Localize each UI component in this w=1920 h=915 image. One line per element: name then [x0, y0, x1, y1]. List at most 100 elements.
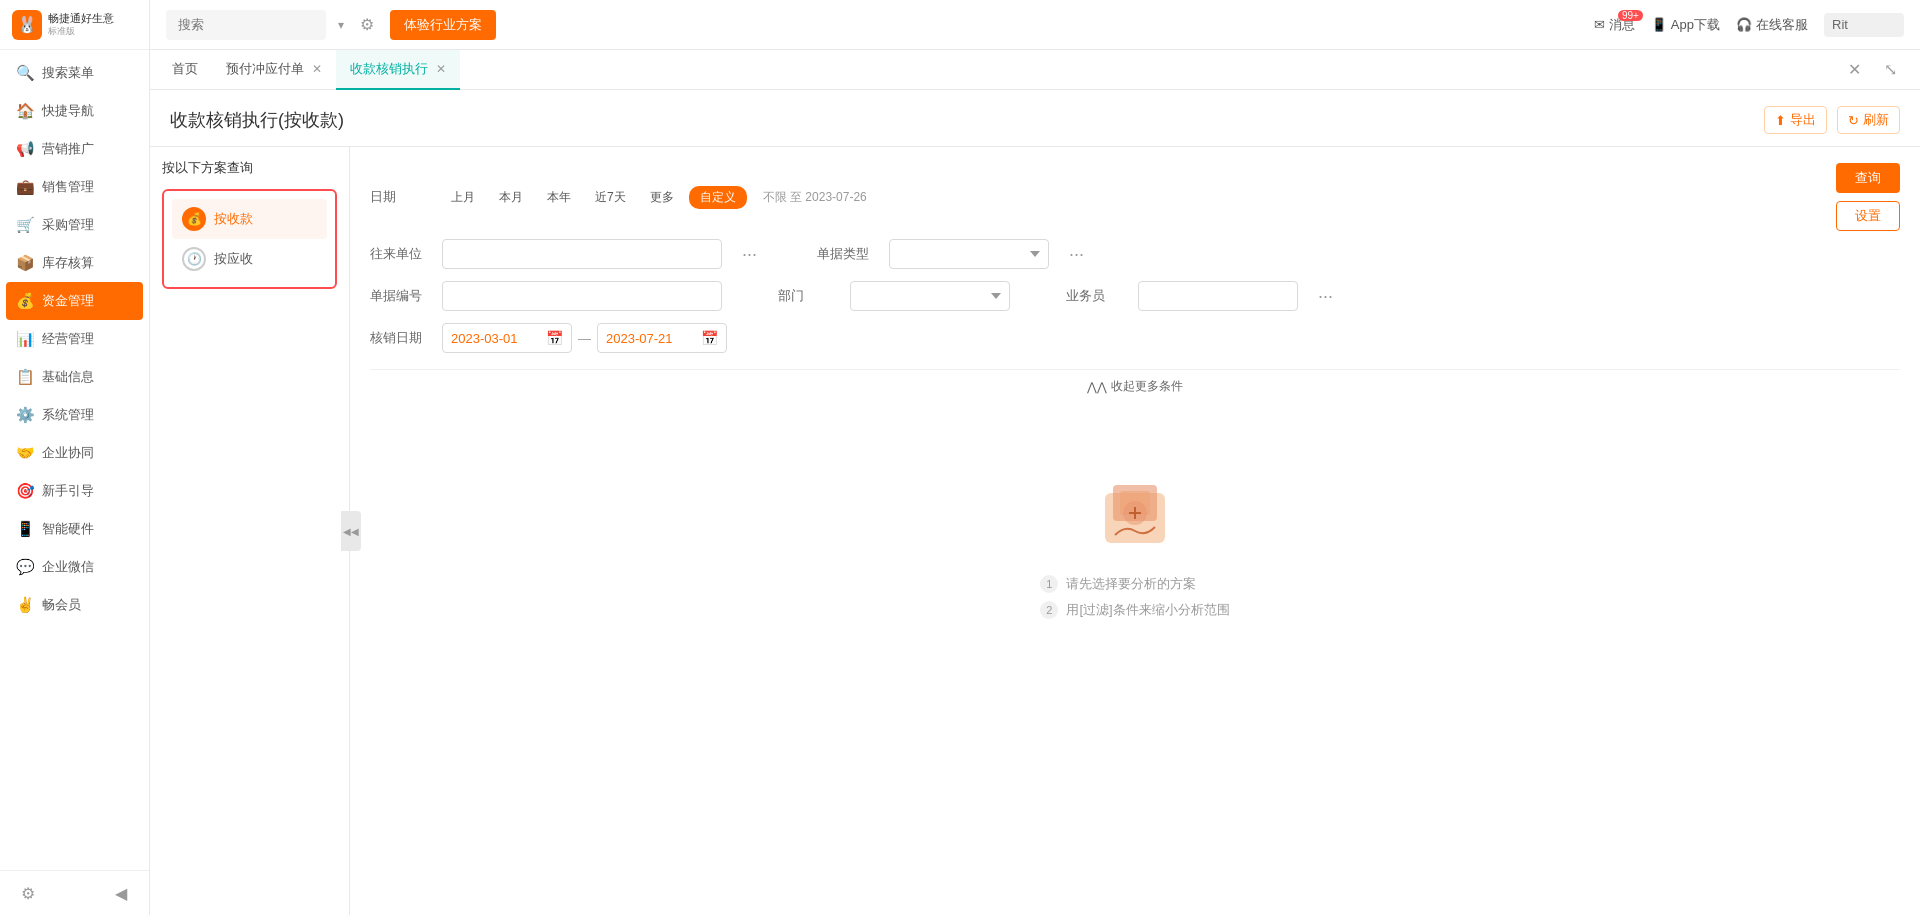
collapse-up-icon: ⋀⋀	[1087, 380, 1107, 394]
quick-nav-icon: 🏠	[16, 102, 34, 120]
tip-num-2: 2	[1040, 601, 1058, 619]
verify-date-start-calendar-icon[interactable]: 📅	[546, 330, 563, 346]
collapse-more-conditions[interactable]: ⋀⋀ 收起更多条件	[370, 369, 1900, 403]
sidebar-item-system[interactable]: ⚙️ 系统管理	[0, 396, 149, 434]
settings-bottom-icon[interactable]: ⚙	[16, 881, 40, 905]
verify-date-end-calendar-icon[interactable]: 📅	[701, 330, 718, 346]
tab-prepay-close[interactable]: ✕	[312, 62, 322, 76]
tab-prepay[interactable]: 预付冲应付单 ✕	[212, 50, 336, 90]
tip-text-2: 用[过滤]条件来缩小分析范围	[1066, 601, 1229, 619]
sidebar-item-label: 销售管理	[42, 178, 94, 196]
doc-type-label: 单据类型	[817, 245, 873, 263]
tab-close-all-button[interactable]: ✕	[1840, 56, 1868, 84]
staff-label: 业务员	[1066, 287, 1122, 305]
tip-text-1: 请先选择要分析的方案	[1066, 575, 1196, 593]
date-separator: —	[578, 331, 591, 346]
topbar-gear-icon[interactable]: ⚙	[360, 15, 374, 34]
empty-tip-1: 1 请先选择要分析的方案	[1040, 575, 1229, 593]
staff-more-icon[interactable]: ···	[1314, 286, 1337, 307]
page-title-row: 收款核销执行(按收款) ⬆ 导出 ↻ 刷新	[170, 106, 1900, 134]
industry-solution-button[interactable]: 体验行业方案	[390, 10, 496, 40]
message-button[interactable]: ✉ 消息 99+	[1594, 16, 1635, 34]
service-icon: 🎧	[1736, 17, 1752, 32]
filter-by-receivable[interactable]: 🕐 按应收	[172, 239, 327, 279]
receipt-icon: 💰	[182, 207, 206, 231]
logo-text: 畅捷通好生意	[48, 11, 114, 25]
online-service-button[interactable]: 🎧 在线客服	[1736, 16, 1808, 34]
query-button[interactable]: 查询	[1836, 163, 1900, 193]
sidebar-item-inventory[interactable]: 📦 库存核算	[0, 244, 149, 282]
tab-collection-close[interactable]: ✕	[436, 62, 446, 76]
sidebar-item-hardware[interactable]: 📱 智能硬件	[0, 510, 149, 548]
last-7-days-button[interactable]: 近7天	[586, 186, 635, 209]
search-menu-icon: 🔍	[16, 64, 34, 82]
tab-collection[interactable]: 收款核销执行 ✕	[336, 50, 460, 90]
tab-collection-label: 收款核销执行	[350, 60, 428, 78]
logo: 🐰 畅捷通好生意 标准版	[0, 0, 149, 50]
sidebar-item-search-menu[interactable]: 🔍 搜索菜单	[0, 54, 149, 92]
sidebar-item-enterprise[interactable]: 🤝 企业协同	[0, 434, 149, 472]
doc-type-more-icon[interactable]: ···	[1065, 244, 1088, 265]
sidebar-item-sales[interactable]: 💼 销售管理	[0, 168, 149, 206]
collapse-sidebar-icon[interactable]: ◀	[109, 881, 133, 905]
app-icon: 📱	[1651, 17, 1667, 32]
finance-icon: 💰	[16, 292, 34, 310]
sidebar-item-purchase[interactable]: 🛒 采购管理	[0, 206, 149, 244]
staff-input[interactable]	[1138, 281, 1298, 311]
custom-date-button[interactable]: 自定义	[689, 186, 747, 209]
main-area: ▾ ⚙ 体验行业方案 ✉ 消息 99+ 📱 App下载 🎧 在线客服 Rit	[150, 0, 1920, 915]
this-month-button[interactable]: 本月	[490, 186, 532, 209]
collapse-more-label: 收起更多条件	[1111, 378, 1183, 395]
topbar-caret-icon[interactable]: ▾	[338, 18, 344, 32]
topbar-search-input[interactable]	[166, 10, 326, 40]
export-button[interactable]: ⬆ 导出	[1764, 106, 1827, 134]
more-dates-button[interactable]: 更多	[641, 186, 683, 209]
topbar-right: ✉ 消息 99+ 📱 App下载 🎧 在线客服 Rit	[1594, 13, 1904, 37]
sidebar-item-label: 库存核算	[42, 254, 94, 272]
doc-no-input[interactable]	[442, 281, 722, 311]
counterparty-more-icon[interactable]: ···	[738, 244, 761, 265]
verify-date-end-text: 2023-07-21	[606, 331, 673, 346]
sidebar-item-label: 系统管理	[42, 406, 94, 424]
user-avatar[interactable]: Rit	[1824, 13, 1904, 37]
doc-type-select[interactable]	[889, 239, 1049, 269]
content-body: 按以下方案查询 💰 按收款 🕐 按应收 ◀◀	[150, 147, 1920, 915]
filter-row-3: 核销日期 2023-03-01 📅 — 2023-07-21 📅	[370, 323, 1900, 353]
sidebar-item-label: 快捷导航	[42, 102, 94, 120]
logo-icon: 🐰	[12, 10, 42, 40]
sidebar-item-marketing[interactable]: 📢 营销推广	[0, 130, 149, 168]
refresh-button[interactable]: ↻ 刷新	[1837, 106, 1900, 134]
left-filter-panel: 按以下方案查询 💰 按收款 🕐 按应收 ◀◀	[150, 147, 350, 915]
tab-expand-button[interactable]: ⤡	[1876, 56, 1904, 84]
date-label: 日期	[370, 188, 426, 206]
sidebar-item-quick-nav[interactable]: 🏠 快捷导航	[0, 92, 149, 130]
sidebar-item-label: 采购管理	[42, 216, 94, 234]
filter-receipt-label: 按收款	[214, 210, 253, 228]
export-label: 导出	[1790, 111, 1816, 129]
sidebar-item-finance[interactable]: 💰 资金管理	[6, 282, 143, 320]
sidebar-item-label: 搜索菜单	[42, 64, 94, 82]
marketing-icon: 📢	[16, 140, 34, 158]
dept-select[interactable]	[850, 281, 1010, 311]
tab-home[interactable]: 首页	[158, 50, 212, 90]
last-month-button[interactable]: 上月	[442, 186, 484, 209]
settings-button[interactable]: 设置	[1836, 201, 1900, 231]
purchase-icon: 🛒	[16, 216, 34, 234]
this-year-button[interactable]: 本年	[538, 186, 580, 209]
sidebar-nav: 🔍 搜索菜单 🏠 快捷导航 📢 营销推广 💼 销售管理 🛒 采购管理 📦 库存核…	[0, 50, 149, 870]
filter-row-1: 日期 上月 本月 本年 近7天 更多 自定义 不限 至 2023-07-26 查…	[370, 163, 1900, 231]
counterparty-input[interactable]	[442, 239, 722, 269]
sidebar-item-operations[interactable]: 📊 经营管理	[0, 320, 149, 358]
filter-by-receipt[interactable]: 💰 按收款	[172, 199, 327, 239]
collapse-left-panel-button[interactable]: ◀◀	[341, 511, 361, 551]
sidebar-item-wechat[interactable]: 💬 企业微信	[0, 548, 149, 586]
filter-row-2: 单据编号 部门 业务员 ···	[370, 281, 1900, 311]
right-panel: 日期 上月 本月 本年 近7天 更多 自定义 不限 至 2023-07-26 查…	[350, 147, 1920, 915]
sidebar-item-member[interactable]: ✌️ 畅会员	[0, 586, 149, 624]
sidebar-item-guide[interactable]: 🎯 新手引导	[0, 472, 149, 510]
verify-date-end-field[interactable]: 2023-07-21 📅	[597, 323, 727, 353]
sidebar-item-basic-info[interactable]: 📋 基础信息	[0, 358, 149, 396]
app-download-button[interactable]: 📱 App下载	[1651, 16, 1720, 34]
verify-date-start-field[interactable]: 2023-03-01 📅	[442, 323, 572, 353]
sidebar-item-label: 企业协同	[42, 444, 94, 462]
